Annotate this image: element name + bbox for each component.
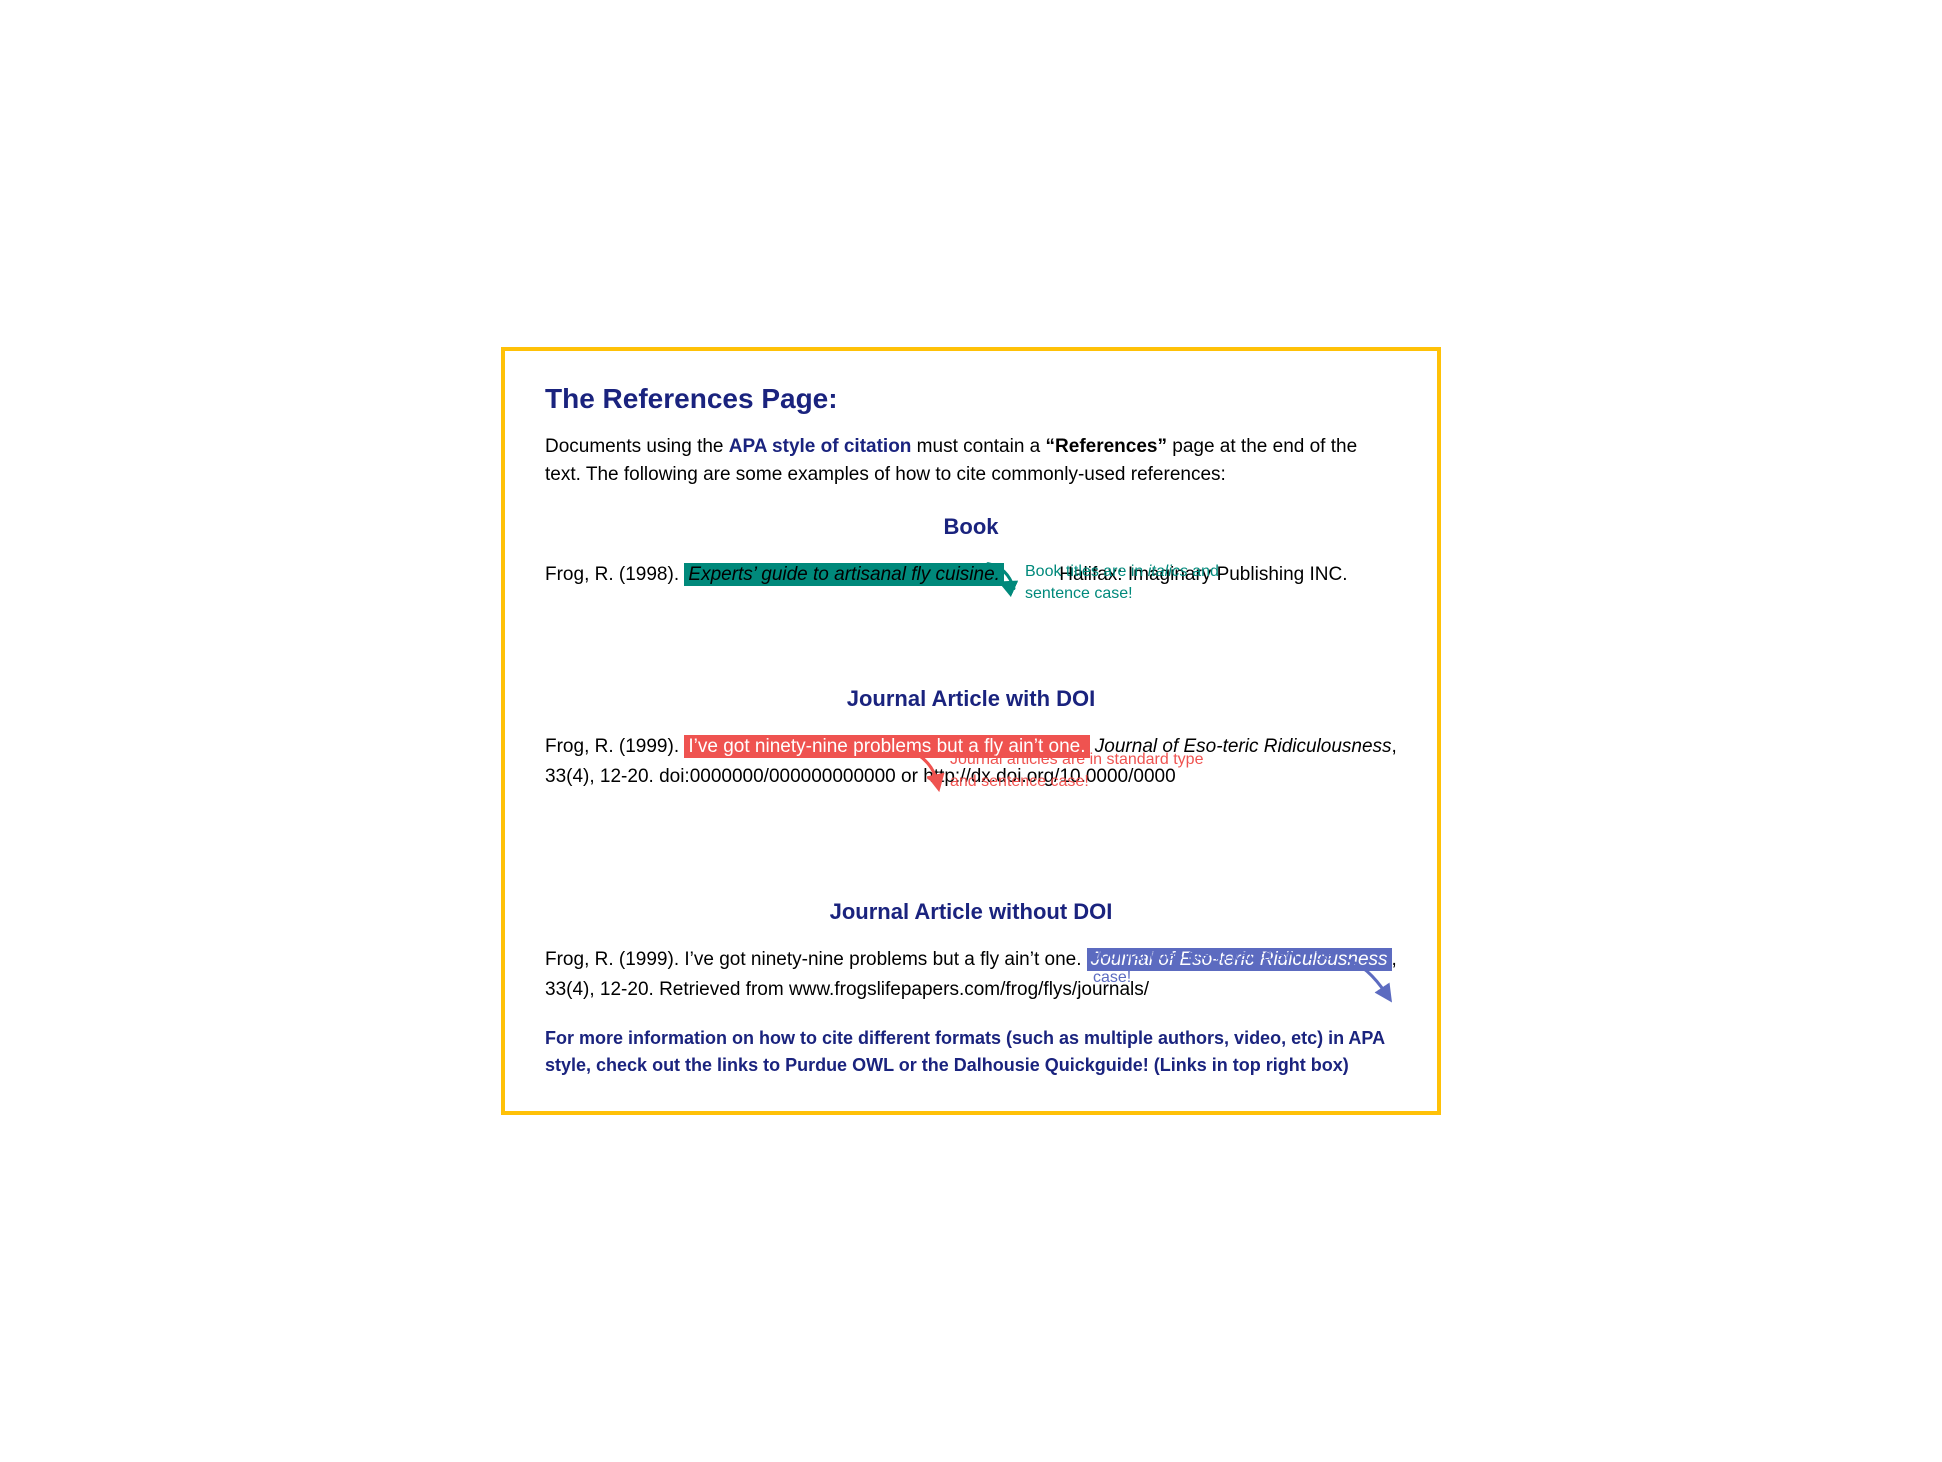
journal-doi-annotation-group: Journal articles are in standard type an… (895, 749, 1210, 799)
book-entry: Frog, R. (1998). Experts’ guide to artis… (545, 560, 1397, 590)
book-annotation-text: Book titles are in italics and sentence … (1025, 561, 1245, 606)
journal-doi-annotation-area: Journal articles are in standard type an… (545, 799, 1397, 869)
page-title: The References Page: (545, 383, 1397, 415)
book-annotation-area: Book titles are in italics and sentence … (545, 596, 1397, 656)
book-section: Frog, R. (1998). Experts’ guide to artis… (545, 560, 1397, 656)
book-author-year: Frog, R. (1998). (545, 564, 684, 585)
intro-bold-blue: APA style of citation (729, 436, 912, 457)
footer-text: For more information on how to cite diff… (545, 1025, 1397, 1079)
book-annotation-group: Book titles are in italics and sentence … (975, 561, 1245, 606)
journal-no-doi-heading: Journal Article without DOI (545, 899, 1397, 925)
journal-no-doi-annotation-text: Journal titles are in italics and title … (1093, 945, 1333, 990)
intro-text: Documents using the APA style of citatio… (545, 433, 1397, 490)
intro-part2: must contain a (911, 436, 1045, 457)
teal-arrow-icon (971, 552, 1029, 610)
book-heading: Book (545, 514, 1397, 540)
journal-doi-annotation-text: Journal articles are in standard type an… (950, 749, 1210, 794)
intro-part1: Documents using the (545, 436, 729, 457)
page-container: The References Page: Documents using the… (501, 347, 1441, 1116)
journal-no-doi-entry-wrapper: Frog, R. (1999). I’ve got ninety-nine pr… (545, 945, 1397, 1006)
book-title-highlighted: Experts’ guide to artisanal fly cuisine. (684, 563, 1004, 586)
journal-no-doi-author: Frog, R. (1999). I’ve got ninety-nine pr… (545, 949, 1087, 970)
purple-arrow-icon (1337, 950, 1397, 1010)
journal-doi-heading: Journal Article with DOI (545, 686, 1397, 712)
journal-no-doi-annotation-group: Journal titles are in italics and title … (1093, 945, 1397, 1010)
intro-bold-black: “References” (1046, 436, 1167, 457)
journal-doi-author: Frog, R. (1999). (545, 736, 684, 757)
journal-doi-section: Frog, R. (1999). I’ve got ninety-nine pr… (545, 732, 1397, 869)
journal-no-doi-section: Frog, R. (1999). I’ve got ninety-nine pr… (545, 945, 1397, 1006)
